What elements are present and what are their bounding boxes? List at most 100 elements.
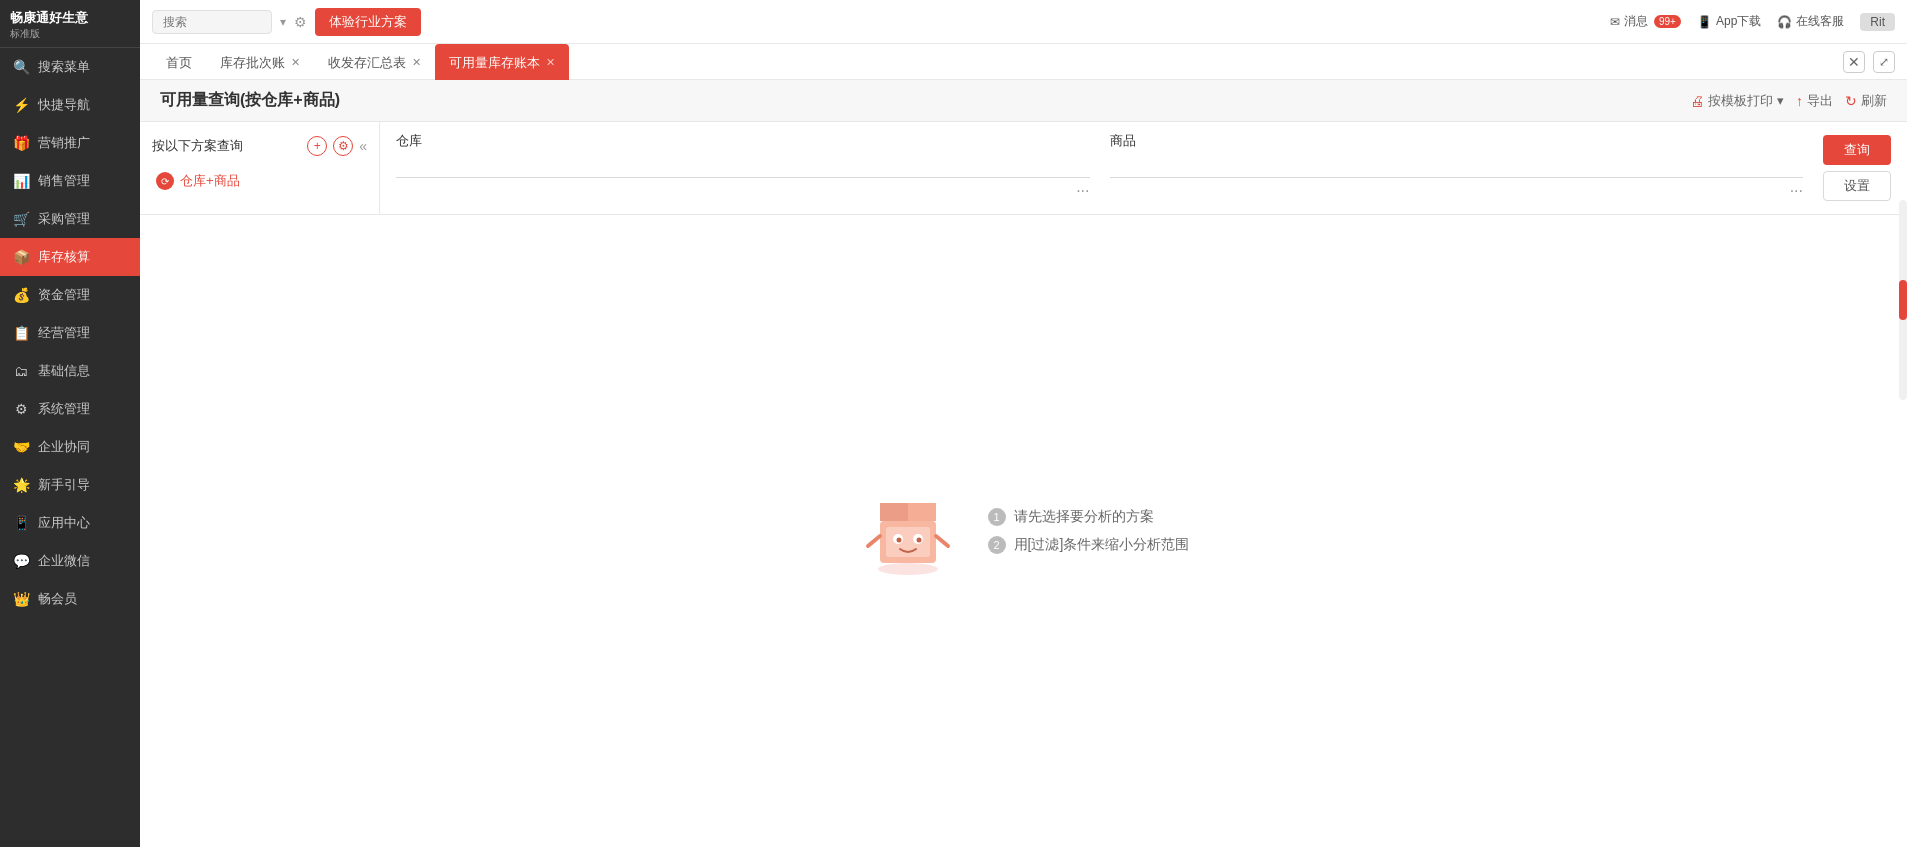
box-icon: 📦: [12, 249, 30, 265]
sidebar-item-inventory[interactable]: 📦 库存核算: [0, 238, 140, 276]
sidebar-item-purchase[interactable]: 🛒 采购管理: [0, 200, 140, 238]
sidebar-item-search[interactable]: 🔍 搜索菜单: [0, 48, 140, 86]
app-download-button[interactable]: 📱 App下载: [1697, 13, 1761, 30]
message-button[interactable]: ✉ 消息 99+: [1610, 13, 1681, 30]
sidebar-item-label: 资金管理: [38, 286, 90, 304]
empty-state: 1 请先选择要分析的方案 2 用[过滤]条件来缩小分析范围: [140, 215, 1907, 847]
tip-number-1: 1: [988, 508, 1006, 526]
message-label: 消息: [1624, 13, 1648, 30]
tab-available-ledger[interactable]: 可用量库存账本 ✕: [435, 44, 569, 80]
query-actions: 查询 设置: [1823, 135, 1891, 201]
industry-solution-button[interactable]: 体验行业方案: [315, 8, 421, 36]
settings-button[interactable]: 设置: [1823, 171, 1891, 201]
app-icon: 📱: [1697, 15, 1712, 29]
tab-expand-button[interactable]: ⤢: [1873, 51, 1895, 73]
main-area: ▾ ⚙ 体验行业方案 ✉ 消息 99+ 📱 App下载 🎧 在线客服 Rit 首…: [140, 0, 1907, 847]
sidebar-item-newbie[interactable]: 🌟 新手引导: [0, 466, 140, 504]
app-download-label: App下载: [1716, 13, 1761, 30]
svg-marker-2: [880, 503, 908, 521]
sidebar-item-marketing[interactable]: 🎁 营销推广: [0, 124, 140, 162]
chart-icon: 📊: [12, 173, 30, 189]
query-button[interactable]: 查询: [1823, 135, 1891, 165]
right-scrollbar[interactable]: [1899, 200, 1907, 400]
tabs-bar: 首页 库存批次账 ✕ 收发存汇总表 ✕ 可用量库存账本 ✕ ✕ ⤢: [140, 44, 1907, 80]
sidebar-item-label: 新手引导: [38, 476, 90, 494]
refresh-label: 刷新: [1861, 92, 1887, 110]
query-scheme-label: 按以下方案查询: [152, 137, 243, 155]
product-label: 商品: [1110, 132, 1804, 150]
query-area: 按以下方案查询 + ⚙ « ⟳ 仓库+商品 仓库 ··· 商品 ··: [140, 122, 1907, 215]
scheme-item-label: 仓库+商品: [180, 172, 240, 190]
refresh-button[interactable]: ↻ 刷新: [1845, 92, 1887, 110]
page-header-actions: 🖨 按模板打印 ▾ ↑ 导出 ↻ 刷新: [1690, 92, 1887, 110]
topbar: ▾ ⚙ 体验行业方案 ✉ 消息 99+ 📱 App下载 🎧 在线客服 Rit: [140, 0, 1907, 44]
warehouse-label: 仓库: [396, 132, 1090, 150]
print-label: 按模板打印: [1708, 92, 1773, 110]
gift-icon: 🎁: [12, 135, 30, 151]
tab-collect-summary-label: 收发存汇总表: [328, 54, 406, 72]
service-icon: 🎧: [1777, 15, 1792, 29]
sidebar-item-sales[interactable]: 📊 销售管理: [0, 162, 140, 200]
print-dropdown-icon[interactable]: ▾: [1777, 93, 1784, 108]
empty-illustration: [858, 481, 958, 581]
tab-home[interactable]: 首页: [152, 44, 206, 80]
online-service-button[interactable]: 🎧 在线客服: [1777, 13, 1844, 30]
sidebar-item-label: 快捷导航: [38, 96, 90, 114]
sidebar-item-operation[interactable]: 📋 经营管理: [0, 314, 140, 352]
sidebar-item-label: 经营管理: [38, 324, 90, 342]
tab-available-ledger-close-icon[interactable]: ✕: [546, 56, 555, 69]
tab-collect-summary-close-icon[interactable]: ✕: [412, 56, 421, 69]
collapse-icon[interactable]: «: [359, 138, 367, 154]
gear-icon: ⚙: [12, 401, 30, 417]
money-icon: 💰: [12, 287, 30, 303]
svg-line-9: [868, 536, 880, 546]
sidebar-item-label: 企业微信: [38, 552, 90, 570]
export-icon: ↑: [1796, 93, 1803, 109]
phone-icon: 📱: [12, 515, 30, 531]
tab-available-ledger-label: 可用量库存账本: [449, 54, 540, 72]
sidebar: 畅康通好生意 标准版 🔍 搜索菜单 ⚡ 快捷导航 🎁 营销推广 📊 销售管理 🛒…: [0, 0, 140, 847]
product-input[interactable]: [1110, 154, 1804, 178]
sidebar-item-system[interactable]: ⚙ 系统管理: [0, 390, 140, 428]
message-icon: ✉: [1610, 15, 1620, 29]
add-scheme-button[interactable]: +: [307, 136, 327, 156]
warehouse-input[interactable]: [396, 154, 1090, 178]
sidebar-item-member[interactable]: 👑 畅会员: [0, 580, 140, 618]
app-title: 畅康通好生意: [10, 10, 130, 27]
sidebar-item-basic[interactable]: 🗂 基础信息: [0, 352, 140, 390]
svg-marker-3: [908, 503, 936, 521]
query-left-panel: 按以下方案查询 + ⚙ « ⟳ 仓库+商品: [140, 122, 380, 214]
export-button[interactable]: ↑ 导出: [1796, 92, 1833, 110]
export-label: 导出: [1807, 92, 1833, 110]
product-more-icon[interactable]: ···: [1790, 182, 1803, 204]
settings-scheme-button[interactable]: ⚙: [333, 136, 353, 156]
search-input[interactable]: [152, 10, 272, 34]
crown-icon: 👑: [12, 591, 30, 607]
svg-line-10: [936, 536, 948, 546]
sidebar-item-finance[interactable]: 💰 资金管理: [0, 276, 140, 314]
query-scheme-item[interactable]: ⟳ 仓库+商品: [140, 164, 379, 198]
query-right-panel: 仓库 ··· 商品 ··· 查询 设置: [380, 122, 1907, 214]
sidebar-item-shortcut[interactable]: ⚡ 快捷导航: [0, 86, 140, 124]
tab-batch-account-label: 库存批次账: [220, 54, 285, 72]
message-badge: 99+: [1654, 15, 1681, 28]
sidebar-item-wechat[interactable]: 💬 企业微信: [0, 542, 140, 580]
user-avatar[interactable]: Rit: [1860, 13, 1895, 31]
topbar-gear-icon[interactable]: ⚙: [294, 14, 307, 30]
tab-batch-account[interactable]: 库存批次账 ✕: [206, 44, 314, 80]
tab-batch-account-close-icon[interactable]: ✕: [291, 56, 300, 69]
sidebar-item-label: 销售管理: [38, 172, 90, 190]
search-icon: 🔍: [12, 59, 30, 75]
page-header: 可用量查询(按仓库+商品) 🖨 按模板打印 ▾ ↑ 导出 ↻ 刷新: [140, 80, 1907, 122]
warehouse-more-icon[interactable]: ···: [1076, 182, 1089, 204]
sidebar-item-label: 搜索菜单: [38, 58, 90, 76]
sidebar-item-label: 营销推广: [38, 134, 90, 152]
star-icon: 🌟: [12, 477, 30, 493]
tab-collect-summary[interactable]: 收发存汇总表 ✕: [314, 44, 435, 80]
topbar-right: ✉ 消息 99+ 📱 App下载 🎧 在线客服 Rit: [1610, 13, 1895, 31]
sidebar-item-enterprise[interactable]: 🤝 企业协同: [0, 428, 140, 466]
sidebar-item-appstore[interactable]: 📱 应用中心: [0, 504, 140, 542]
dropdown-arrow-icon[interactable]: ▾: [280, 15, 286, 29]
print-button[interactable]: 🖨 按模板打印 ▾: [1690, 92, 1784, 110]
tab-close-all-button[interactable]: ✕: [1843, 51, 1865, 73]
